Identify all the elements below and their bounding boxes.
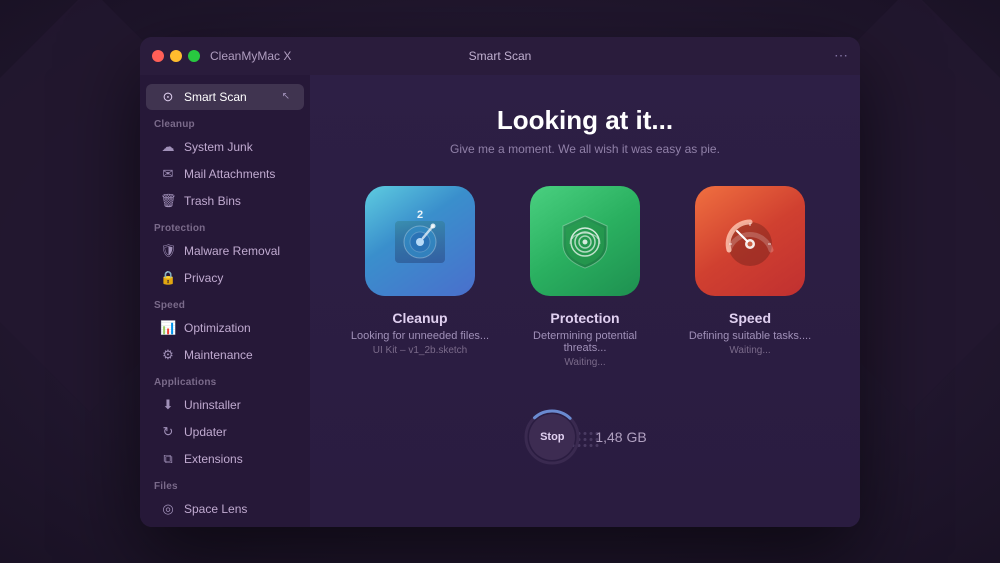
extensions-icon: ⧉: [160, 451, 176, 467]
sidebar-section-applications: Applications: [140, 369, 310, 391]
card-speed: Speed Defining suitable tasks.... Waitin…: [678, 186, 823, 356]
sidebar-section-protection: Protection: [140, 215, 310, 237]
sidebar-label-optimization: Optimization: [184, 321, 251, 335]
page-title: Looking at it...: [497, 105, 673, 136]
cleanup-icon-wrap: 2: [365, 186, 475, 296]
sidebar: ⊙ Smart Scan ↖ Cleanup ☁ System Junk ✉ M…: [140, 75, 310, 527]
sidebar-item-privacy[interactable]: 🔒 Privacy: [146, 265, 304, 291]
sidebar-label-maintenance: Maintenance: [184, 348, 253, 362]
cleanup-status: Looking for unneeded files...: [351, 330, 489, 342]
shield-icon: [550, 206, 620, 276]
privacy-icon: 🔒: [160, 270, 176, 286]
speed-sub-status: Waiting...: [729, 345, 770, 356]
sidebar-item-malware-removal[interactable]: 🛡 Malware Removal: [146, 238, 304, 264]
sidebar-label-trash-bins: Trash Bins: [184, 194, 241, 208]
optimization-icon: 📊: [160, 320, 176, 336]
sidebar-item-system-junk[interactable]: ☁ System Junk: [146, 134, 304, 160]
sidebar-label-system-junk: System Junk: [184, 140, 253, 154]
speedometer-icon: [715, 206, 785, 276]
trash-icon: 🗑: [160, 193, 176, 209]
sidebar-label-smart-scan: Smart Scan: [184, 90, 247, 104]
sidebar-item-updater[interactable]: ↻ Updater: [146, 419, 304, 445]
protection-label: Protection: [550, 310, 619, 326]
stop-button-wrap: Stop: [523, 408, 581, 466]
sidebar-item-uninstaller[interactable]: ⬇ Uninstaller: [146, 392, 304, 418]
sidebar-label-space-lens: Space Lens: [184, 502, 247, 516]
cards-row: 2 Cleanup Looking for unneeded files... …: [348, 186, 823, 368]
sidebar-label-extensions: Extensions: [184, 452, 243, 466]
window-title: Smart Scan: [469, 49, 532, 63]
sidebar-item-smart-scan[interactable]: ⊙ Smart Scan ↖: [146, 84, 304, 110]
cleanup-sub-status: UI Kit – v1_2b.sketch: [373, 345, 468, 356]
sidebar-label-uninstaller: Uninstaller: [184, 398, 241, 412]
sidebar-section-cleanup: Cleanup: [140, 111, 310, 133]
sidebar-item-large-old-files[interactable]: 📁 Large & Old Files: [146, 523, 304, 527]
speed-icon-wrap: [695, 186, 805, 296]
maintenance-icon: ⚙: [160, 347, 176, 363]
app-name: CleanMyMac X: [210, 49, 291, 63]
smart-scan-icon: ⊙: [160, 89, 176, 105]
maximize-button[interactable]: [188, 50, 200, 62]
sidebar-label-malware-removal: Malware Removal: [184, 244, 280, 258]
sidebar-item-space-lens[interactable]: ◎ Space Lens: [146, 496, 304, 522]
speed-status: Defining suitable tasks....: [689, 330, 811, 342]
disk-icon: 2: [385, 206, 455, 276]
minimize-button[interactable]: [170, 50, 182, 62]
protection-sub-status: Waiting...: [564, 357, 605, 368]
svg-text:2: 2: [417, 209, 423, 221]
app-window: CleanMyMac X Smart Scan ⋯ ⊙ Smart Scan ↖…: [140, 37, 860, 527]
size-label: 1,48 GB: [595, 429, 646, 445]
stop-button[interactable]: Stop: [529, 414, 575, 460]
window-controls: [152, 50, 200, 62]
close-button[interactable]: [152, 50, 164, 62]
sidebar-label-mail-attachments: Mail Attachments: [184, 167, 275, 181]
protection-icon-wrap: [530, 186, 640, 296]
protection-status: Determining potential threats...: [513, 330, 658, 354]
mail-icon: ✉: [160, 166, 176, 182]
main-layout: ⊙ Smart Scan ↖ Cleanup ☁ System Junk ✉ M…: [140, 75, 860, 527]
sidebar-item-extensions[interactable]: ⧉ Extensions: [146, 446, 304, 472]
sidebar-item-optimization[interactable]: 📊 Optimization: [146, 315, 304, 341]
settings-icon[interactable]: ⋯: [834, 47, 848, 64]
sidebar-section-files: Files: [140, 473, 310, 495]
cursor-icon: ↖: [282, 91, 290, 102]
sidebar-section-speed: Speed: [140, 292, 310, 314]
content-area: Looking at it... Give me a moment. We al…: [310, 75, 860, 527]
sidebar-label-updater: Updater: [184, 425, 227, 439]
malware-icon: 🛡: [160, 243, 176, 259]
card-protection: Protection Determining potential threats…: [513, 186, 658, 368]
uninstaller-icon: ⬇: [160, 397, 176, 413]
sidebar-item-maintenance[interactable]: ⚙ Maintenance: [146, 342, 304, 368]
cleanup-label: Cleanup: [392, 310, 447, 326]
system-junk-icon: ☁: [160, 139, 176, 155]
sidebar-label-privacy: Privacy: [184, 271, 223, 285]
page-subtitle: Give me a moment. We all wish it was eas…: [450, 142, 720, 156]
titlebar: CleanMyMac X Smart Scan ⋯: [140, 37, 860, 75]
speed-label: Speed: [729, 310, 771, 326]
space-lens-icon: ◎: [160, 501, 176, 517]
sidebar-item-mail-attachments[interactable]: ✉ Mail Attachments: [146, 161, 304, 187]
sidebar-item-trash-bins[interactable]: 🗑 Trash Bins: [146, 188, 304, 214]
updater-icon: ↻: [160, 424, 176, 440]
card-cleanup: 2 Cleanup Looking for unneeded files... …: [348, 186, 493, 356]
